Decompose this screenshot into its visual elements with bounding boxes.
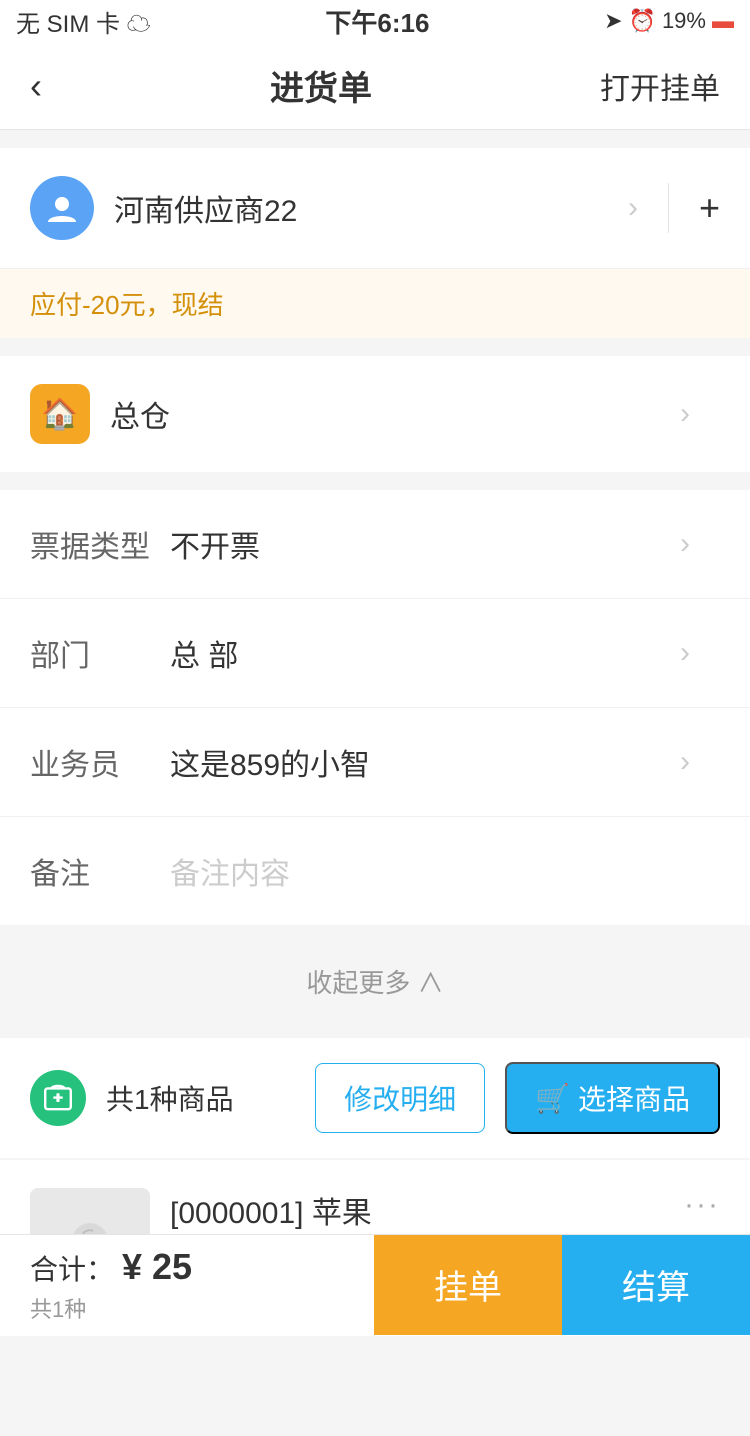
salesperson-row[interactable]: 业务员 这是859的小智 › xyxy=(0,708,750,817)
footer-count: 共1种 xyxy=(30,1292,344,1324)
footer: 合计： ¥ 25 共1种 挂单 结算 xyxy=(0,1234,750,1334)
status-right: ➤ ⏰ 19% ▬ xyxy=(604,8,734,34)
bottom-space xyxy=(0,1336,750,1436)
battery-icon: ▬ xyxy=(712,8,734,34)
checkout-button[interactable]: 结算 xyxy=(562,1235,750,1335)
remark-label: 备注 xyxy=(30,849,170,893)
location-icon: ➤ xyxy=(604,8,622,34)
supplier-row[interactable]: 河南供应商22 › + xyxy=(0,148,750,269)
sim-status: 无 SIM 卡 ☁ xyxy=(16,4,151,39)
warehouse-icon: 🏠 xyxy=(30,384,90,444)
product-code: [0000001] xyxy=(170,1197,303,1230)
supplier-card: 河南供应商22 › + 应付-20元，现结 xyxy=(0,148,750,338)
footer-total-row: 合计： ¥ 25 xyxy=(30,1246,344,1288)
supplier-name: 河南供应商22 xyxy=(114,186,628,230)
battery-level: 19% xyxy=(662,8,706,34)
total-label: 合计： xyxy=(30,1248,114,1288)
status-bar: 无 SIM 卡 ☁ 下午6:16 ➤ ⏰ 19% ▬ xyxy=(0,0,750,42)
select-product-label: 选择商品 xyxy=(578,1078,690,1118)
open-pending-button[interactable]: 打开挂单 xyxy=(600,64,720,108)
edit-detail-button[interactable]: 修改明细 xyxy=(315,1063,485,1133)
supplier-notice: 应付-20元，现结 xyxy=(0,269,750,338)
warehouse-chevron-icon: › xyxy=(680,397,690,431)
form-card: 票据类型 不开票 › 部门 总 部 › 业务员 这是859的小智 › 备注 备注… xyxy=(0,490,750,925)
remark-input[interactable]: 备注内容 xyxy=(170,849,720,893)
product-title: 苹果 xyxy=(312,1197,372,1230)
product-count-text: 共1种商品 xyxy=(106,1078,295,1118)
product-count-icon xyxy=(30,1070,86,1126)
salesperson-value: 这是859的小智 xyxy=(170,740,680,784)
remark-row[interactable]: 备注 备注内容 xyxy=(0,817,750,925)
product-name: [0000001] 苹果 xyxy=(170,1188,664,1232)
total-amount: ¥ 25 xyxy=(122,1246,192,1288)
dept-row[interactable]: 部门 总 部 › xyxy=(0,599,750,708)
hang-order-button[interactable]: 挂单 xyxy=(374,1235,562,1335)
select-product-button[interactable]: 🛒 选择商品 xyxy=(505,1062,720,1134)
warehouse-card[interactable]: 🏠 总仓 › xyxy=(0,356,750,472)
invoice-label: 票据类型 xyxy=(30,522,170,566)
alarm-icon: ⏰ xyxy=(629,8,656,34)
back-button[interactable]: ‹ xyxy=(30,65,42,107)
product-more-button[interactable]: ··· xyxy=(684,1188,720,1222)
invoice-value: 不开票 xyxy=(170,522,680,566)
dept-chevron-icon: › xyxy=(680,636,690,670)
collapse-button[interactable]: 收起更多 ∧ xyxy=(0,943,750,1020)
salesperson-label: 业务员 xyxy=(30,740,170,784)
supplier-chevron-icon: › xyxy=(628,191,638,225)
status-time: 下午6:16 xyxy=(325,3,429,40)
cart-icon: 🛒 xyxy=(535,1082,570,1115)
status-left: 无 SIM 卡 ☁ xyxy=(16,4,151,39)
invoice-chevron-icon: › xyxy=(680,527,690,561)
nav-bar: ‹ 进货单 打开挂单 xyxy=(0,42,750,130)
supplier-avatar xyxy=(30,176,94,240)
dept-label: 部门 xyxy=(30,631,170,675)
page-title: 进货单 xyxy=(270,61,372,110)
footer-total: 合计： ¥ 25 共1种 xyxy=(0,1246,374,1324)
dept-value: 总 部 xyxy=(170,631,680,675)
supplier-divider xyxy=(668,183,669,233)
warehouse-row[interactable]: 🏠 总仓 › xyxy=(0,356,750,472)
product-header: 共1种商品 修改明细 🛒 选择商品 xyxy=(0,1038,750,1158)
invoice-row[interactable]: 票据类型 不开票 › xyxy=(0,490,750,599)
spacer-2 xyxy=(0,1020,750,1038)
salesperson-chevron-icon: › xyxy=(680,745,690,779)
spacer-1 xyxy=(0,130,750,148)
warehouse-name: 总仓 xyxy=(110,392,680,436)
add-supplier-button[interactable]: + xyxy=(699,187,720,229)
